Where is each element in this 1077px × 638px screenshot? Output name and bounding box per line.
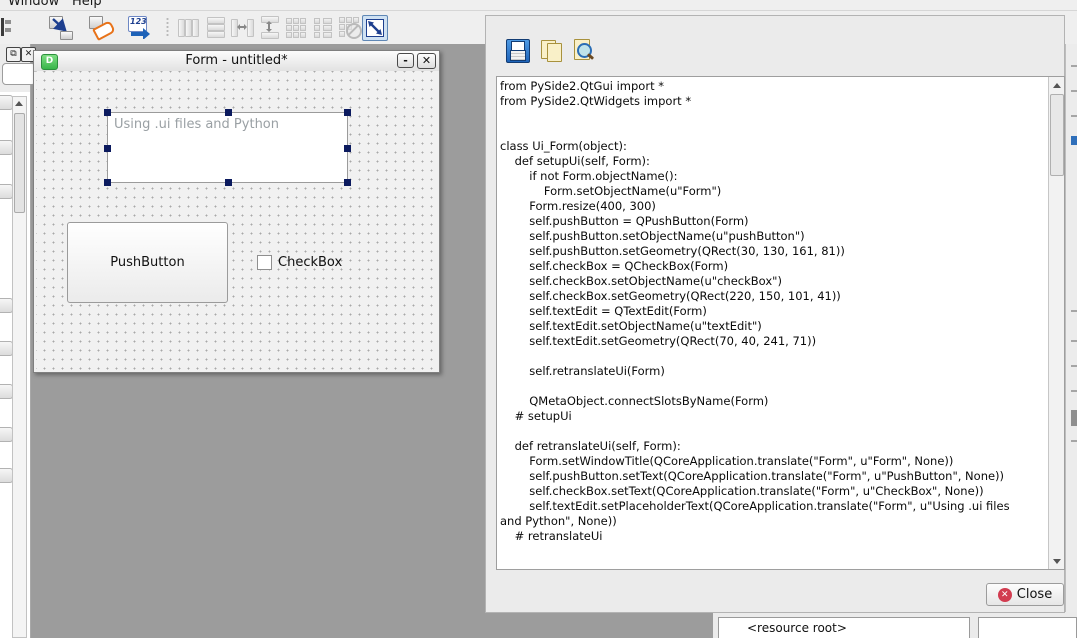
code-preview-dialog: from PySide2.QtGui import * from PySide2… [485, 15, 1065, 613]
pushbutton-widget[interactable]: PushButton [67, 222, 228, 303]
dock-float-icon[interactable]: ⧉ [6, 47, 21, 62]
selection-handle[interactable] [344, 179, 351, 186]
save-icon[interactable] [506, 39, 530, 63]
scroll-down-icon[interactable] [1049, 554, 1064, 568]
selection-handle[interactable] [225, 179, 232, 186]
menubar: Window Help [0, 0, 1077, 11]
layout-horizontally-icon [176, 15, 200, 39]
find-icon[interactable] [572, 39, 594, 61]
qt-designer-screen: Window Help 123 [0, 0, 1077, 638]
property-editor-sliver [1065, 44, 1077, 615]
checkbox-indicator[interactable] [257, 255, 272, 270]
pushbutton-label: PushButton [110, 255, 184, 270]
menu-help[interactable]: Help [72, 0, 102, 9]
scroll-up-icon[interactable] [1049, 78, 1064, 92]
selection-handle[interactable] [104, 145, 111, 152]
layout-form-icon [311, 15, 335, 39]
form-canvas[interactable]: Using .ui files and Python PushButton Ch… [36, 71, 439, 372]
checkbox-label: CheckBox [278, 255, 342, 270]
selection-handle[interactable] [344, 145, 351, 152]
code-text: from PySide2.QtGui import * from PySide2… [497, 77, 1048, 569]
widget-filter-input[interactable] [2, 63, 36, 85]
layout-vertical-splitter-icon [257, 15, 281, 39]
code-view[interactable]: from PySide2.QtGui import * from PySide2… [496, 76, 1065, 570]
selection-handle[interactable] [344, 109, 351, 116]
menu-window[interactable]: Window [8, 0, 59, 9]
toolbar-separator [166, 17, 169, 37]
close-window-button[interactable]: ✕ [417, 53, 436, 69]
resource-tree[interactable]: <resource root> [718, 617, 970, 638]
scrollbar-thumb[interactable] [14, 113, 25, 213]
minimize-button[interactable]: - [397, 53, 414, 68]
resource-list[interactable] [978, 617, 1077, 638]
edit-tab-order-icon[interactable]: 123 [127, 15, 151, 39]
layout-horizontal-splitter-icon [230, 15, 254, 39]
edit-signals-slots-icon[interactable] [48, 15, 72, 39]
close-button-label: Close [1017, 587, 1052, 602]
break-layout-icon [338, 15, 362, 39]
form-editor-window: D Form - untitled* - ✕ Using .ui files a… [33, 50, 440, 373]
edit-widgets-icon[interactable] [0, 15, 13, 39]
scroll-up-icon[interactable] [15, 101, 23, 106]
textedit-widget[interactable]: Using .ui files and Python [107, 112, 348, 183]
resource-root-item[interactable]: <resource root> [719, 618, 847, 635]
form-window-titlebar[interactable]: D Form - untitled* - ✕ [34, 51, 439, 72]
edit-buddies-icon[interactable] [88, 15, 112, 39]
resource-browser-panel: <resource root> [713, 612, 1077, 638]
widget-box-panel: ⧉ ✕ [0, 44, 31, 638]
checkbox-widget[interactable]: CheckBox [257, 242, 358, 283]
widget-box-scrollbar[interactable] [12, 96, 27, 638]
layout-grid-icon [284, 15, 308, 39]
widget-box-list [0, 92, 30, 638]
adjust-size-icon[interactable] [362, 15, 388, 41]
selection-handle[interactable] [225, 109, 232, 116]
close-x-icon: ✕ [998, 588, 1012, 602]
selection-handle[interactable] [104, 109, 111, 116]
layout-vertically-icon [203, 15, 227, 39]
selection-handle[interactable] [104, 179, 111, 186]
code-scrollbar[interactable] [1048, 77, 1064, 569]
selected-row-sliver [1071, 136, 1077, 145]
close-button[interactable]: ✕ Close [986, 583, 1064, 606]
copy-icon[interactable] [540, 39, 562, 61]
form-window-title: Form - untitled* [34, 53, 439, 68]
scrollbar-thumb[interactable] [1050, 94, 1064, 176]
